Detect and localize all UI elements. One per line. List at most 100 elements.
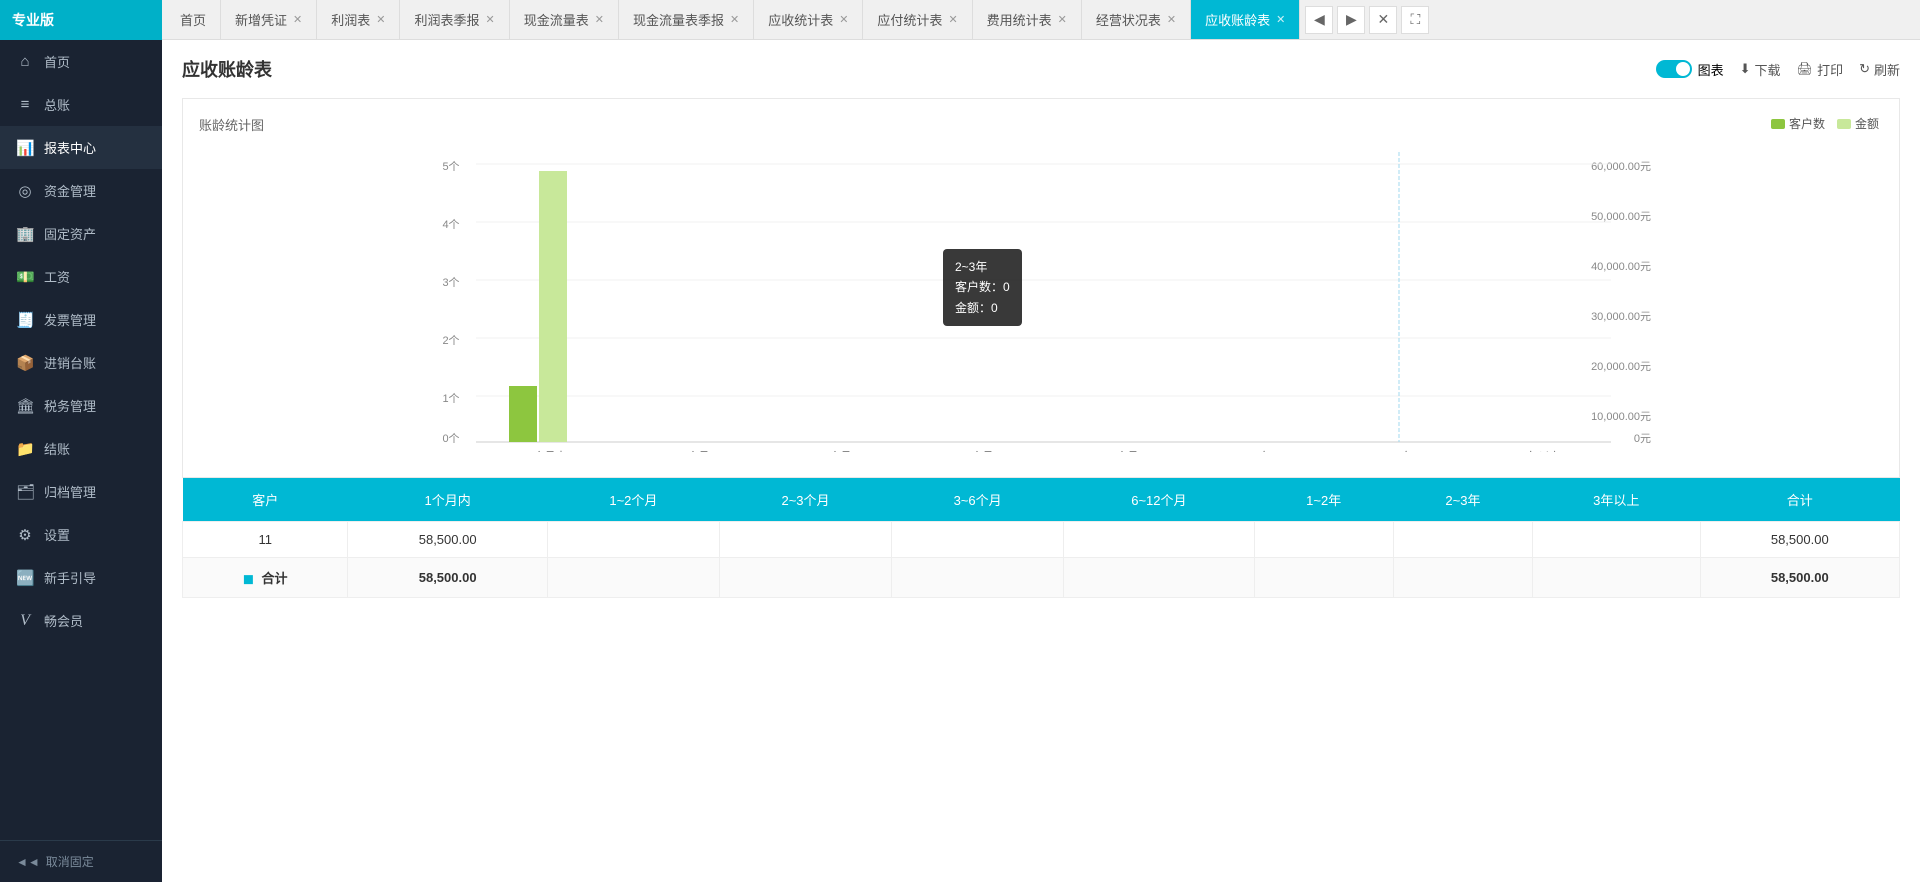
svg-text:0元: 0元 — [1634, 433, 1651, 445]
tab-home[interactable]: 首页 — [166, 0, 221, 40]
sidebar-item-guide[interactable]: 🆕 新手引导 — [0, 556, 162, 599]
toggle-thumb — [1676, 62, 1690, 76]
tab-business-status[interactable]: 经营状况表 ✕ — [1082, 0, 1191, 40]
cell-total: 58,500.00 — [1700, 522, 1899, 558]
table-row: 11 58,500.00 58,500.00 — [183, 522, 1900, 558]
tab-ar-aging-label: 应收账龄表 — [1205, 10, 1270, 29]
legend-customer-dot — [1771, 119, 1785, 129]
sidebar-item-tax[interactable]: 🏛 税务管理 — [0, 384, 162, 427]
tab-close-all-button[interactable]: ✕ — [1369, 6, 1397, 34]
tab-new-voucher-label: 新增凭证 — [235, 10, 287, 29]
tab-new-voucher[interactable]: 新增凭证 ✕ — [221, 0, 317, 40]
tab-prev-button[interactable]: ◀ — [1305, 6, 1333, 34]
tab-next-button[interactable]: ▶ — [1337, 6, 1365, 34]
sidebar-item-label: 结账 — [44, 439, 70, 458]
col-1month: 1个月内 — [348, 478, 547, 522]
tab-ar-aging[interactable]: 应收账龄表 ✕ — [1191, 0, 1300, 40]
sidebar-item-reports[interactable]: 📊 报表中心 — [0, 126, 162, 169]
refresh-button[interactable]: ↻ 刷新 — [1859, 60, 1900, 79]
chart-area: 账龄统计图 客户数 金额 5个 4个 3个 2个 1个 0个 — [182, 98, 1900, 478]
svg-text:50,000.00元: 50,000.00元 — [1591, 211, 1651, 223]
chart-legend: 客户数 金额 — [1771, 115, 1879, 132]
total-icon: ◼ — [243, 571, 254, 586]
tab-ar-stats-close[interactable]: ✕ — [839, 13, 848, 26]
tab-cashflow[interactable]: 现金流量表 ✕ — [510, 0, 619, 40]
sidebar-item-label: 固定资产 — [44, 224, 96, 243]
tab-ar-stats-label: 应收统计表 — [768, 10, 833, 29]
total-2-3month — [719, 558, 891, 598]
tab-ap-stats[interactable]: 应付统计表 ✕ — [863, 0, 972, 40]
tab-business-status-label: 经营状况表 — [1096, 10, 1161, 29]
tab-ar-stats[interactable]: 应收统计表 ✕ — [754, 0, 863, 40]
sidebar-pin-label: 取消固定 — [46, 853, 94, 870]
tab-expense-stats-close[interactable]: ✕ — [1058, 13, 1067, 26]
tab-expense-stats[interactable]: 费用统计表 ✕ — [973, 0, 1082, 40]
chart-toggle[interactable]: 图表 — [1656, 60, 1724, 79]
svg-text:1个月内: 1个月内 — [527, 449, 566, 452]
svg-text:20,000.00元: 20,000.00元 — [1591, 361, 1651, 373]
sidebar-item-assets[interactable]: 🏢 固定资产 — [0, 212, 162, 255]
stock-icon: 📦 — [16, 354, 34, 372]
sidebar-pin-toggle[interactable]: ◄◄ 取消固定 — [0, 840, 162, 882]
tab-fullscreen-button[interactable]: ⛶ — [1401, 6, 1429, 34]
cell-2-3month — [719, 522, 891, 558]
tab-profit-quarter-close[interactable]: ✕ — [486, 13, 495, 26]
page-content: 应收账龄表 图表 ⬇ 下载 🖨 打印 ↻ 刷新 — [162, 40, 1920, 882]
sidebar-item-archive[interactable]: 🗂 归档管理 — [0, 470, 162, 513]
print-button[interactable]: 🖨 打印 — [1797, 60, 1844, 79]
total-1-2year — [1254, 558, 1393, 598]
legend-customer-count: 客户数 — [1771, 115, 1825, 132]
legend-customer-label: 客户数 — [1789, 115, 1825, 132]
sidebar-item-funds[interactable]: ◎ 资金管理 — [0, 169, 162, 212]
member-icon: V — [16, 612, 34, 630]
tab-cashflow-close[interactable]: ✕ — [595, 13, 604, 26]
sidebar-item-member[interactable]: V 畅会员 — [0, 599, 162, 642]
table-total-row: ◼ 合计 58,500.00 58,500.00 — [183, 558, 1900, 598]
tab-cashflow-quarter-close[interactable]: ✕ — [730, 13, 739, 26]
tab-profit-label: 利润表 — [331, 10, 370, 29]
svg-text:10,000.00元: 10,000.00元 — [1591, 411, 1651, 423]
tab-cashflow-quarter[interactable]: 现金流量表季报 ✕ — [619, 0, 754, 40]
tab-profit-close[interactable]: ✕ — [376, 13, 385, 26]
cell-2-3year — [1393, 522, 1532, 558]
refresh-icon: ↻ — [1859, 61, 1870, 77]
print-label: 打印 — [1817, 60, 1843, 79]
sidebar-item-home[interactable]: ⌂ 首页 — [0, 40, 162, 83]
bar-customer-1month[interactable] — [509, 386, 537, 442]
total-label: 合计 — [261, 571, 287, 586]
tab-business-status-close[interactable]: ✕ — [1167, 13, 1176, 26]
tab-cashflow-quarter-label: 现金流量表季报 — [633, 10, 724, 29]
page-title: 应收账龄表 — [182, 56, 272, 82]
tab-ar-aging-close[interactable]: ✕ — [1276, 13, 1285, 26]
col-2-3year: 2~3年 — [1393, 478, 1532, 522]
svg-text:60,000.00元: 60,000.00元 — [1591, 161, 1651, 173]
sidebar-item-label: 畅会员 — [44, 611, 83, 630]
sidebar-item-label: 设置 — [44, 525, 70, 544]
sidebar-item-label: 报表中心 — [44, 138, 96, 157]
close-account-icon: 📁 — [16, 440, 34, 458]
toggle-track[interactable] — [1656, 60, 1692, 78]
legend-amount: 金额 — [1837, 115, 1879, 132]
sidebar-item-label: 归档管理 — [44, 482, 96, 501]
sidebar-item-stock[interactable]: 📦 进销台账 — [0, 341, 162, 384]
sidebar-item-settings[interactable]: ⚙ 设置 — [0, 513, 162, 556]
tab-profit[interactable]: 利润表 ✕ — [317, 0, 400, 40]
svg-text:2~3个月: 2~3个月 — [811, 450, 852, 452]
sidebar-item-invoice[interactable]: 🧾 发票管理 — [0, 298, 162, 341]
svg-text:1个: 1个 — [442, 392, 459, 405]
col-customer: 客户 — [183, 478, 348, 522]
download-button[interactable]: ⬇ 下载 — [1740, 60, 1781, 79]
tab-profit-quarter[interactable]: 利润表季报 ✕ — [400, 0, 509, 40]
sidebar-item-label: 首页 — [44, 52, 70, 71]
bar-amount-1month[interactable] — [539, 171, 567, 442]
tab-ap-stats-close[interactable]: ✕ — [948, 13, 957, 26]
total-total: 58,500.00 — [1700, 558, 1899, 598]
cell-6-12month — [1064, 522, 1254, 558]
sidebar-item-close[interactable]: 📁 结账 — [0, 427, 162, 470]
salary-icon: 💵 — [16, 268, 34, 286]
sidebar-item-label: 工资 — [44, 267, 70, 286]
refresh-label: 刷新 — [1874, 60, 1900, 79]
sidebar-item-ledger[interactable]: ≡ 总账 — [0, 83, 162, 126]
tab-new-voucher-close[interactable]: ✕ — [293, 13, 302, 26]
sidebar-item-salary[interactable]: 💵 工资 — [0, 255, 162, 298]
